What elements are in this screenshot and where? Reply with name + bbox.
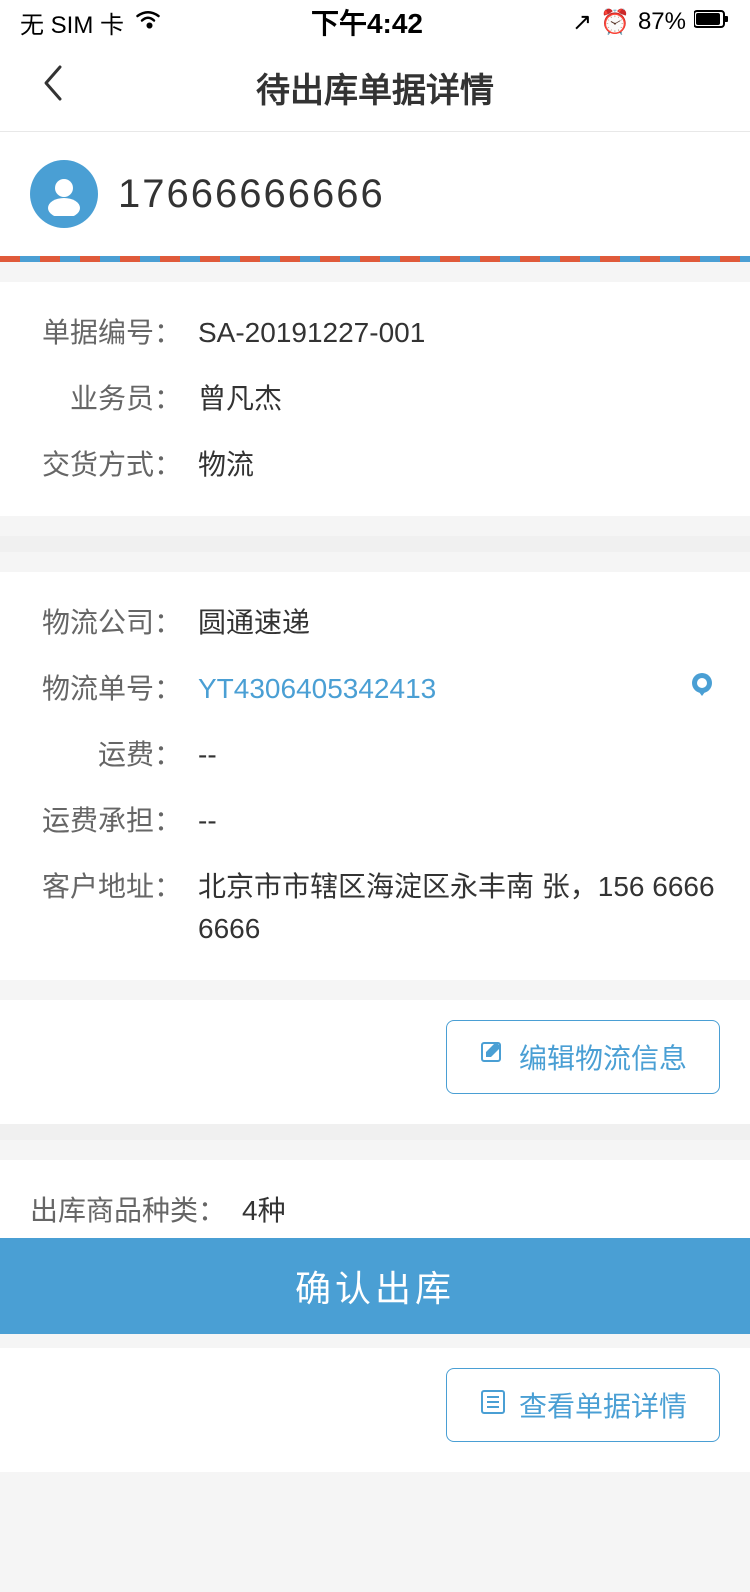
status-time: 下午4:42 [311,2,423,42]
goods-types-label: 出库商品种类： [30,1190,242,1232]
page-title: 待出库单据详情 [256,63,494,112]
edit-logistics-area: 编辑物流信息 [0,1000,750,1124]
company-label: 物流公司： [30,602,198,644]
freight-row: 运费： -- [30,734,720,776]
wifi-icon [134,8,162,36]
status-bar: 无 SIM 卡 下午4:42 ↗ ⏰ 87% [0,0,750,44]
basic-info-section: 单据编号： SA-20191227-001 业务员： 曾凡杰 交货方式： 物流 [0,282,750,516]
tracking-row: 物流单号： YT4306405342413 [30,668,720,710]
delivery-label: 交货方式： [30,444,198,486]
sim-text: 无 SIM 卡 [20,5,124,40]
section-divider-1 [0,536,750,552]
tracking-value: YT4306405342413 [198,668,668,710]
salesman-label: 业务员： [30,378,198,420]
freight-bearer-row: 运费承担： -- [30,800,720,842]
edit-logistics-button[interactable]: 编辑物流信息 [446,1020,720,1094]
company-value: 圆通速递 [198,602,720,644]
nav-bar: 待出库单据详情 [0,44,750,132]
user-phone: 17666666666 [118,172,385,217]
delivery-value: 物流 [198,444,720,486]
confirm-btn-area[interactable]: 确认出库 [0,1238,750,1334]
battery-icon [694,8,730,36]
tracking-label: 物流单号： [30,668,198,710]
view-detail-button[interactable]: 查看单据详情 [446,1368,720,1442]
freight-bearer-value: -- [198,800,720,842]
freight-bearer-label: 运费承担： [30,800,198,842]
location-icon[interactable] [684,668,720,704]
back-button[interactable] [30,53,74,122]
dashed-divider [0,256,750,262]
edit-logistics-label: 编辑物流信息 [519,1037,687,1077]
edit-icon [479,1040,507,1075]
order-no-row: 单据编号： SA-20191227-001 [30,312,720,354]
address-row: 客户地址： 北京市市辖区海淀区永丰南 张，156 6666 6666 [30,866,720,950]
address-label: 客户地址： [30,866,198,908]
order-no-label: 单据编号： [30,312,198,354]
goods-types-value: 4种 [242,1190,720,1232]
location-status-icon: ↗ [572,8,592,37]
section-divider-2 [0,1124,750,1140]
list-icon [479,1388,507,1423]
company-row: 物流公司： 圆通速递 [30,602,720,644]
view-detail-label: 查看单据详情 [519,1385,687,1425]
confirm-button[interactable]: 确认出库 [295,1260,455,1312]
status-left: 无 SIM 卡 [20,5,162,40]
logistics-section: 物流公司： 圆通速递 物流单号： YT4306405342413 运费： -- … [0,572,750,980]
view-detail-area: 查看单据详情 [0,1348,750,1472]
freight-label: 运费： [30,734,198,776]
address-value: 北京市市辖区海淀区永丰南 张，156 6666 6666 [198,866,720,950]
status-right: ↗ ⏰ 87% [572,8,730,37]
goods-types-row: 出库商品种类： 4种 [30,1190,720,1232]
salesman-row: 业务员： 曾凡杰 [30,378,720,420]
salesman-value: 曾凡杰 [198,378,720,420]
battery-text: 87% [638,8,686,36]
alarm-icon: ⏰ [600,8,630,37]
avatar [30,160,98,228]
freight-value: -- [198,734,720,776]
order-no-value: SA-20191227-001 [198,312,720,354]
bottom-spacer [0,1472,750,1592]
user-section: 17666666666 [0,132,750,256]
delivery-row: 交货方式： 物流 [30,444,720,486]
